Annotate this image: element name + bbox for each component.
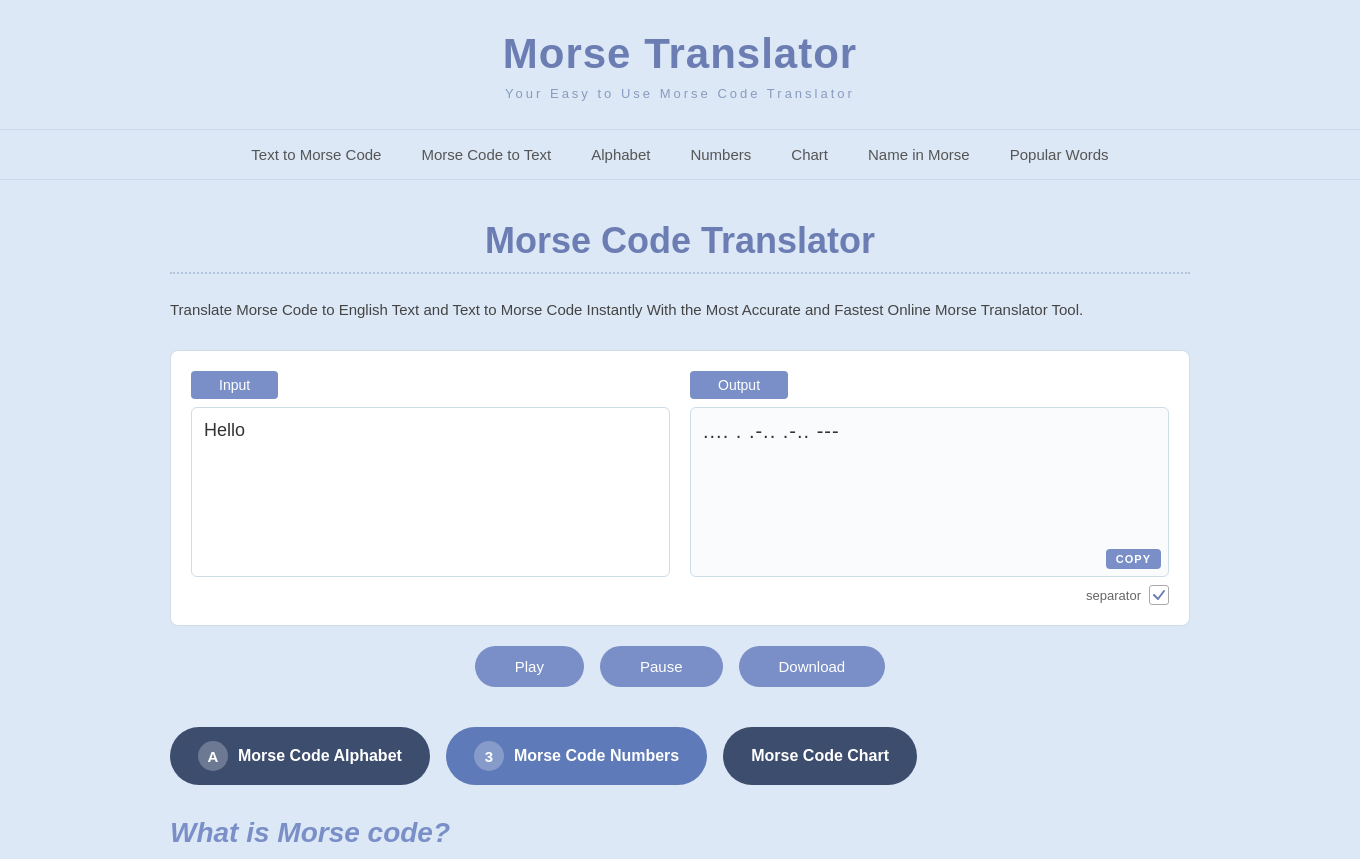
download-button[interactable]: Download bbox=[739, 646, 886, 687]
tab-numbers-label: Morse Code Numbers bbox=[514, 747, 679, 765]
site-subtitle: Your Easy to Use Morse Code Translator bbox=[0, 86, 1360, 101]
input-label: Input bbox=[191, 371, 278, 399]
what-is-title: What is Morse code? bbox=[170, 817, 1190, 849]
nav-popular-words[interactable]: Popular Words bbox=[1010, 146, 1109, 163]
what-is-section: What is Morse code? Morse code uses sequ… bbox=[170, 817, 1190, 859]
copy-button[interactable]: COPY bbox=[1106, 549, 1161, 569]
site-title: Morse Translator bbox=[0, 30, 1360, 78]
numbers-badge: 3 bbox=[474, 741, 504, 771]
play-button[interactable]: Play bbox=[475, 646, 584, 687]
main-content: Morse Code Translator Translate Morse Co… bbox=[150, 180, 1210, 859]
tab-morse-numbers[interactable]: 3 Morse Code Numbers bbox=[446, 727, 707, 785]
panels: Input Hello Output .... . .-.. .-.. --- … bbox=[191, 371, 1169, 577]
site-header: Morse Translator Your Easy to Use Morse … bbox=[0, 0, 1360, 101]
input-panel: Input Hello bbox=[191, 371, 670, 577]
nav-morse-to-text[interactable]: Morse Code to Text bbox=[421, 146, 551, 163]
output-panel: Output .... . .-.. .-.. --- COPY bbox=[690, 371, 1169, 577]
input-textarea[interactable]: Hello bbox=[191, 407, 670, 577]
output-box: .... . .-.. .-.. --- COPY bbox=[690, 407, 1169, 577]
tab-morse-chart[interactable]: Morse Code Chart bbox=[723, 727, 917, 785]
main-nav: Text to Morse Code Morse Code to Text Al… bbox=[0, 129, 1360, 180]
output-textarea[interactable]: .... . .-.. .-.. --- bbox=[690, 407, 1169, 577]
bottom-tabs: A Morse Code Alphabet 3 Morse Code Numbe… bbox=[170, 727, 1190, 785]
translator-container: Input Hello Output .... . .-.. .-.. --- … bbox=[170, 350, 1190, 626]
tab-morse-alphabet[interactable]: A Morse Code Alphabet bbox=[170, 727, 430, 785]
action-buttons: Play Pause Download bbox=[170, 646, 1190, 687]
pause-button[interactable]: Pause bbox=[600, 646, 723, 687]
output-label: Output bbox=[690, 371, 788, 399]
nav-text-to-morse[interactable]: Text to Morse Code bbox=[251, 146, 381, 163]
heading-divider bbox=[170, 272, 1190, 274]
separator-label: separator bbox=[1086, 588, 1141, 603]
nav-chart[interactable]: Chart bbox=[791, 146, 828, 163]
tab-chart-label: Morse Code Chart bbox=[751, 747, 889, 765]
nav-numbers[interactable]: Numbers bbox=[690, 146, 751, 163]
description: Translate Morse Code to English Text and… bbox=[170, 298, 1190, 322]
page-heading: Morse Code Translator bbox=[170, 220, 1190, 262]
separator-row: separator bbox=[191, 585, 1169, 605]
alphabet-badge: A bbox=[198, 741, 228, 771]
separator-checkbox[interactable] bbox=[1149, 585, 1169, 605]
nav-name-in-morse[interactable]: Name in Morse bbox=[868, 146, 970, 163]
nav-alphabet[interactable]: Alphabet bbox=[591, 146, 650, 163]
tab-alphabet-label: Morse Code Alphabet bbox=[238, 747, 402, 765]
